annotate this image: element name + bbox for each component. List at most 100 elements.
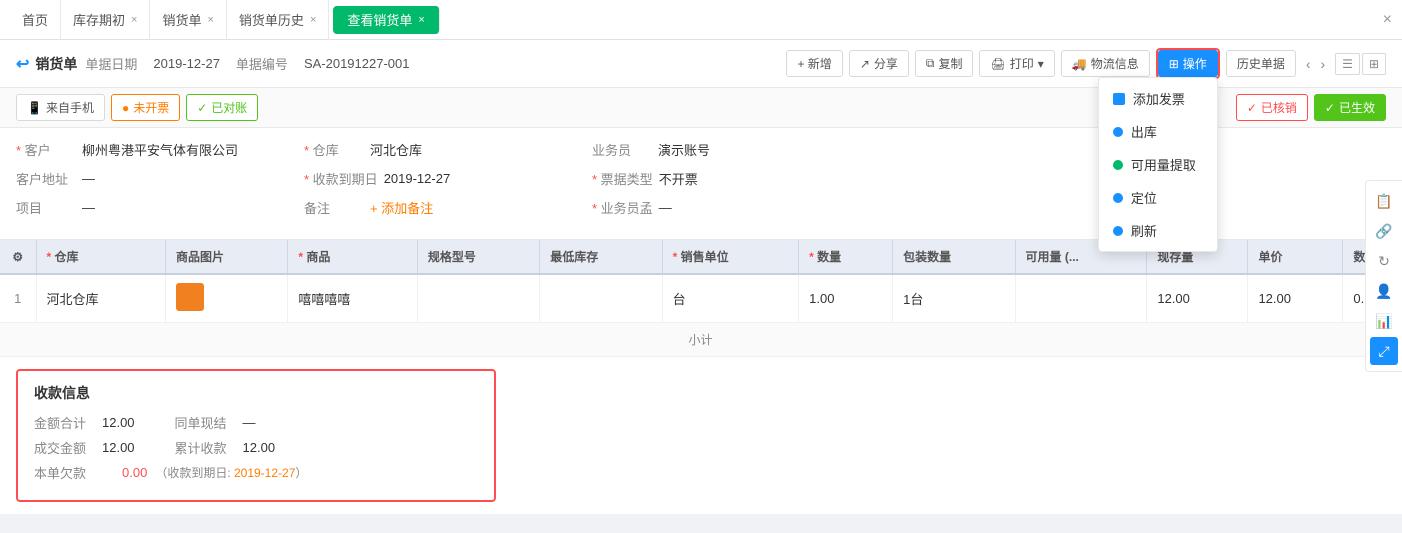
- cell-product: 嘻嘻嘻嘻: [288, 274, 417, 323]
- operations-wrapper: ⊞ 操作 添加发票 出库 可用量提取: [1156, 48, 1220, 79]
- warehouse-label: 仓库: [304, 140, 364, 159]
- warehouse-field: 仓库 河北仓库: [304, 140, 584, 159]
- payment-date-label: 收款到期日: [304, 169, 378, 188]
- share-btn[interactable]: ↗ 分享: [849, 50, 909, 77]
- nav-arrows: ‹ ›: [1302, 54, 1329, 74]
- order-debt-field: 本单欠款 0.00 （收款到期日: 2019-12-27）: [34, 463, 307, 482]
- tab-inventory-init[interactable]: 库存期初 ×: [61, 0, 150, 40]
- effective-btn[interactable]: ✓ 已生效: [1314, 94, 1386, 121]
- from-phone-btn[interactable]: 📱 来自手机: [16, 94, 105, 121]
- receipt-info-title: 收款信息: [34, 383, 478, 403]
- tab-view-sales[interactable]: 查看销货单 ×: [333, 6, 439, 34]
- refresh-icon: [1113, 226, 1123, 236]
- salesperson-label: 业务员: [592, 140, 652, 159]
- cell-spec: [417, 274, 539, 323]
- side-btn-expand[interactable]: ⤢: [1370, 337, 1398, 365]
- customer-value: 柳州粤港平安气体有限公司: [82, 140, 238, 159]
- project-value: —: [82, 200, 95, 215]
- locate-label: 定位: [1131, 188, 1157, 207]
- col-settings[interactable]: ⚙: [0, 240, 36, 274]
- logistics-btn[interactable]: 🚚 物流信息: [1061, 50, 1150, 77]
- receipt-row-2: 成交金额 12.00 累计收款 12.00: [34, 438, 478, 457]
- add-note-btn[interactable]: + 添加备注: [370, 198, 433, 217]
- tab-sales-history[interactable]: 销货单历史 ×: [227, 0, 329, 40]
- prev-arrow[interactable]: ‹: [1302, 54, 1315, 74]
- col-product-img: 商品图片: [165, 240, 287, 274]
- salesperson2-value: —: [659, 200, 672, 215]
- col-spec: 规格型号: [417, 240, 539, 274]
- confirm-icon: ✓: [197, 101, 207, 115]
- products-table: ⚙ 仓库 商品图片 商品 规格型号 最低库存 销售单位 数量 包装数量 可用量 …: [0, 240, 1402, 357]
- cell-qty: 1.00: [799, 274, 893, 323]
- dropdown-add-invoice[interactable]: 添加发票: [1099, 82, 1217, 115]
- phone-icon: 📱: [27, 101, 42, 115]
- side-panel: 📋 🔗 ↻ 👤 📊 ⤢: [1365, 180, 1402, 372]
- next-arrow[interactable]: ›: [1317, 54, 1330, 74]
- col-pkg-qty: 包装数量: [893, 240, 1015, 274]
- add-invoice-icon: [1113, 93, 1125, 105]
- tab-close-sales[interactable]: ×: [207, 14, 213, 26]
- not-open-ticket-btn[interactable]: ● 未开票: [111, 94, 180, 121]
- confirmed-btn[interactable]: ✓ 已对账: [186, 94, 258, 121]
- same-order-value: —: [243, 415, 256, 430]
- doc-actions: + 新增 ↗ 分享 ⧉ 复制 🖨 打印 ▾ 🚚 物流信息 ⊞: [786, 48, 1386, 79]
- amount-total-label: 金额合计: [34, 413, 94, 432]
- project-field: 项目 —: [16, 198, 296, 217]
- print-btn[interactable]: 🖨 打印 ▾: [979, 50, 1054, 77]
- operations-btn[interactable]: ⊞ 操作: [1158, 50, 1218, 77]
- tab-close-history[interactable]: ×: [310, 14, 316, 26]
- cell-available: [1015, 274, 1147, 323]
- cell-pkg-qty: 1台: [893, 274, 1015, 323]
- address-field: 客户地址 —: [16, 169, 296, 188]
- side-btn-refresh[interactable]: ↻: [1370, 247, 1398, 275]
- tab-close-inventory[interactable]: ×: [131, 14, 137, 26]
- logistics-icon: 🚚: [1072, 57, 1087, 71]
- cumulative-receipt-value: 12.00: [243, 440, 276, 455]
- salesperson2-field: 业务员孟 —: [592, 198, 872, 217]
- view-toggle: ☰ ⊞: [1335, 53, 1386, 75]
- operations-dropdown: 添加发票 出库 可用量提取 定位: [1098, 77, 1218, 252]
- doc-meta: 单据日期 2019-12-27 单据编号 SA-20191227-001: [85, 54, 778, 73]
- cell-unit: 台: [662, 274, 799, 323]
- receipt-row-1: 金额合计 12.00 同单现结 —: [34, 413, 478, 432]
- locate-icon: [1113, 193, 1123, 203]
- grid-view-btn[interactable]: ⊞: [1362, 53, 1386, 75]
- tab-home[interactable]: 首页: [10, 0, 61, 40]
- new-btn[interactable]: + 新增: [786, 50, 842, 77]
- col-qty: 数量: [799, 240, 893, 274]
- cancelled-btn[interactable]: ✓ 已核销: [1236, 94, 1308, 121]
- note-field: 备注 + 添加备注: [304, 198, 584, 217]
- share-icon: ↗: [860, 57, 870, 71]
- list-view-btn[interactable]: ☰: [1335, 53, 1360, 75]
- note-label: 备注: [304, 198, 364, 217]
- deal-amount-field: 成交金额 12.00: [34, 438, 135, 457]
- side-btn-chart[interactable]: 📊: [1370, 307, 1398, 335]
- copy-icon: ⧉: [926, 56, 935, 71]
- subtotal-label: 小计: [0, 323, 1402, 357]
- amount-total-field: 金额合计 12.00: [34, 413, 135, 432]
- window-close-btn[interactable]: ×: [1383, 11, 1392, 29]
- tab-bar: 首页 库存期初 × 销货单 × 销货单历史 × 查看销货单 × ×: [0, 0, 1402, 40]
- doc-date-value: 2019-12-27: [153, 56, 220, 71]
- dropdown-refresh[interactable]: 刷新: [1099, 214, 1217, 247]
- side-btn-clipboard[interactable]: 📋: [1370, 187, 1398, 215]
- col-warehouse: 仓库: [36, 240, 165, 274]
- side-btn-user[interactable]: 👤: [1370, 277, 1398, 305]
- col-min-stock: 最低库存: [540, 240, 662, 274]
- payment-date-field: 收款到期日 2019-12-27: [304, 169, 584, 188]
- copy-btn[interactable]: ⧉ 复制: [915, 50, 974, 77]
- table-row: 1 河北仓库 嘻嘻嘻嘻 台 1.00 1台 12.00 12.00 0.: [0, 274, 1402, 323]
- history-btn[interactable]: 历史单据: [1226, 50, 1296, 77]
- col-unit: 销售单位: [662, 240, 799, 274]
- dropdown-locate[interactable]: 定位: [1099, 181, 1217, 214]
- address-label: 客户地址: [16, 169, 76, 188]
- warehouse-value: 河北仓库: [370, 140, 422, 159]
- tab-sales-order[interactable]: 销货单 ×: [150, 0, 226, 40]
- side-btn-link[interactable]: 🔗: [1370, 217, 1398, 245]
- dropdown-outbound[interactable]: 出库: [1099, 115, 1217, 148]
- ticket-field: 票据类型 不开票: [592, 169, 872, 188]
- amount-total-value: 12.00: [102, 415, 135, 430]
- dropdown-available-qty[interactable]: 可用量提取: [1099, 148, 1217, 181]
- deal-amount-value: 12.00: [102, 440, 135, 455]
- tab-close-view[interactable]: ×: [418, 14, 424, 26]
